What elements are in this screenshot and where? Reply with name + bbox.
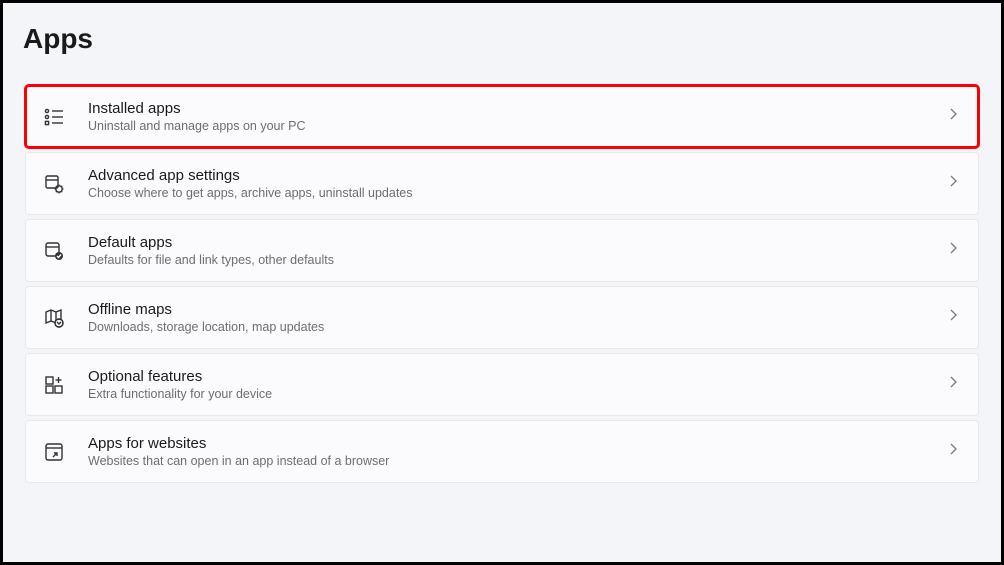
item-title: Apps for websites: [88, 435, 938, 452]
item-title: Installed apps: [88, 100, 938, 117]
default-apps-icon: [42, 239, 66, 263]
installed-apps-icon: [42, 105, 66, 129]
item-title: Optional features: [88, 368, 938, 385]
settings-item-default-apps[interactable]: Default apps Defaults for file and link …: [25, 219, 979, 282]
item-title: Advanced app settings: [88, 167, 938, 184]
item-title: Offline maps: [88, 301, 938, 318]
apps-for-websites-icon: [42, 440, 66, 464]
item-subtitle: Websites that can open in an app instead…: [88, 454, 938, 468]
settings-item-optional-features[interactable]: Optional features Extra functionality fo…: [25, 353, 979, 416]
item-title: Default apps: [88, 234, 938, 251]
offline-maps-icon: [42, 306, 66, 330]
chevron-right-icon: [946, 241, 960, 260]
item-subtitle: Defaults for file and link types, other …: [88, 253, 938, 267]
page-title: Apps: [23, 23, 979, 55]
settings-item-offline-maps[interactable]: Offline maps Downloads, storage location…: [25, 286, 979, 349]
settings-item-advanced-app-settings[interactable]: Advanced app settings Choose where to ge…: [25, 152, 979, 215]
item-subtitle: Downloads, storage location, map updates: [88, 320, 938, 334]
advanced-app-settings-icon: [42, 172, 66, 196]
item-subtitle: Uninstall and manage apps on your PC: [88, 119, 938, 133]
chevron-right-icon: [946, 174, 960, 193]
settings-list: Installed apps Uninstall and manage apps…: [25, 85, 979, 483]
settings-item-apps-for-websites[interactable]: Apps for websites Websites that can open…: [25, 420, 979, 483]
optional-features-icon: [42, 373, 66, 397]
chevron-right-icon: [946, 308, 960, 327]
chevron-right-icon: [946, 375, 960, 394]
item-subtitle: Extra functionality for your device: [88, 387, 938, 401]
chevron-right-icon: [946, 442, 960, 461]
item-subtitle: Choose where to get apps, archive apps, …: [88, 186, 938, 200]
settings-item-installed-apps[interactable]: Installed apps Uninstall and manage apps…: [25, 85, 979, 148]
chevron-right-icon: [946, 107, 960, 126]
